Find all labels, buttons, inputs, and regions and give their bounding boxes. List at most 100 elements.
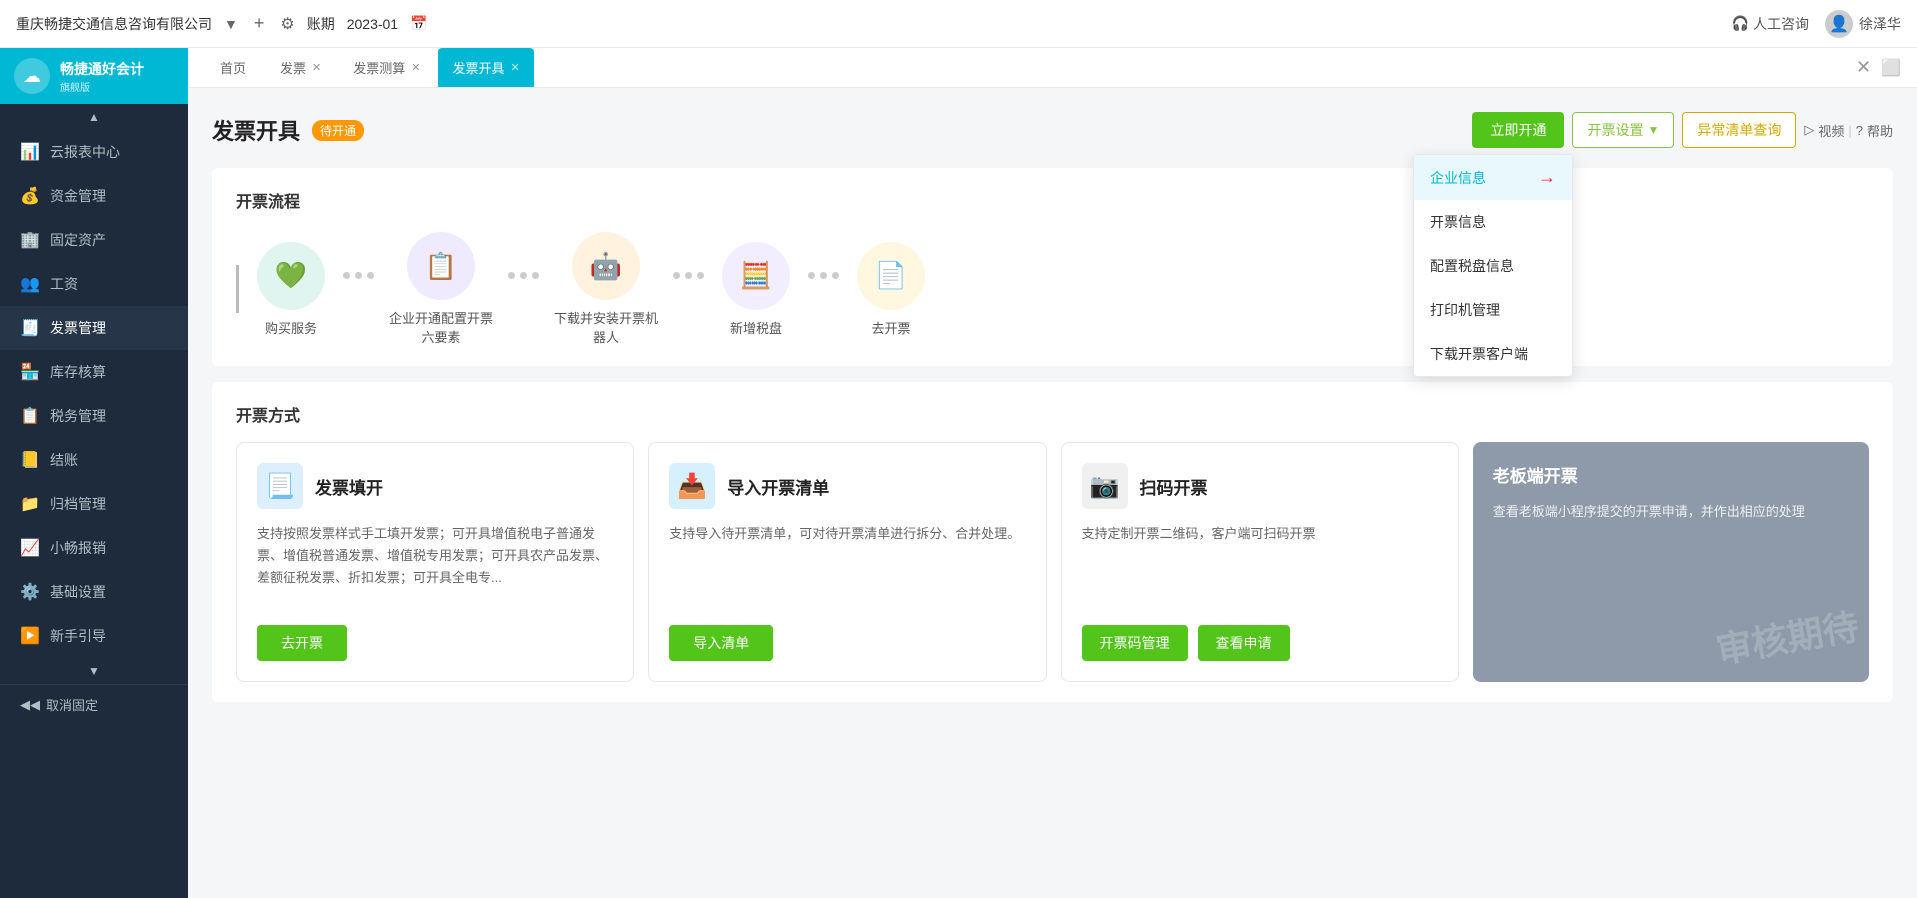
flow-step-1: 💚 购买服务 <box>251 242 331 337</box>
sidebar-item-settle[interactable]: 📒 结账 <box>0 438 188 482</box>
tab-active-close-icon[interactable]: ✕ <box>511 61 520 74</box>
sidebar-item-label: 资金管理 <box>50 186 106 206</box>
support-btn[interactable]: 🎧 人工咨询 <box>1732 14 1809 34</box>
sidebar-item-tax[interactable]: 📋 税务管理 <box>0 394 188 438</box>
dropdown-item-printer[interactable]: 打印机管理 <box>1414 288 1572 332</box>
settings-dropdown-menu: 企业信息 → 开票信息 配置税盘信息 打印机管理 <box>1413 154 1573 377</box>
import-method-icon: 📥 <box>669 463 715 509</box>
pin-icon: ◀◀ <box>20 697 40 713</box>
logo-title: 畅捷通好会计 <box>60 59 144 79</box>
methods-section: 开票方式 📃 发票填开 支持按照发票样式手工填开发票；可开具增值税电子普通发票、… <box>212 382 1893 702</box>
assets-icon: 🏢 <box>20 230 40 250</box>
sidebar-item-label: 固定资产 <box>50 230 106 250</box>
settings-icon[interactable]: ⚙ <box>280 14 294 34</box>
sidebar-item-settings[interactable]: ⚙️ 基础设置 <box>0 570 188 614</box>
cancel-pin-btn[interactable]: ◀◀ 取消固定 <box>0 684 188 724</box>
tab-invoice-issue[interactable]: 发票开具 ✕ <box>438 48 533 87</box>
sidebar-item-invoice[interactable]: 🧾 发票管理 <box>0 306 188 350</box>
sidebar-item-assets[interactable]: 🏢 固定资产 <box>0 218 188 262</box>
fill-method-desc: 支持按照发票样式手工填开发票；可开具增值税电子普通发票、增值税普通发票、增值税专… <box>257 523 613 609</box>
flow-step-2: 📋 企业开通配置开票六要素 <box>386 232 496 346</box>
activate-btn[interactable]: 立即开通 <box>1472 112 1564 148</box>
sidebar-item-label: 基础设置 <box>50 582 106 602</box>
add-icon[interactable]: + <box>250 13 269 34</box>
method-card-boss: 老板端开票 查看老板端小程序提交的开票申请，并作出相应的处理 审核期待 <box>1473 442 1869 682</box>
sidebar-item-expense[interactable]: 📈 小畅报销 <box>0 526 188 570</box>
fill-go-btn[interactable]: 去开票 <box>257 625 347 661</box>
scroll-up-btn[interactable]: ▲ <box>0 104 188 130</box>
abnormal-btn[interactable]: 异常清单查询 <box>1682 112 1796 148</box>
sidebar-item-guide[interactable]: ▶️ 新手引导 <box>0 614 188 658</box>
salary-icon: 👥 <box>20 274 40 294</box>
play-icon: ▷ <box>1804 122 1814 138</box>
page-title: 发票开具 <box>212 114 300 146</box>
sidebar-item-archive[interactable]: 📁 归档管理 <box>0 482 188 526</box>
period-label: 账期 <box>307 14 335 34</box>
status-badge: 待开通 <box>312 120 364 141</box>
funds-icon: 💰 <box>20 186 40 206</box>
sidebar-item-label: 发票管理 <box>50 318 106 338</box>
tab-maximize-btn[interactable]: ⬜ <box>1881 58 1901 78</box>
sidebar-item-label: 工资 <box>50 274 78 294</box>
tab-close-icon[interactable]: ✕ <box>411 61 420 74</box>
scroll-down-btn[interactable]: ▼ <box>0 658 188 684</box>
scan-method-desc: 支持定制开票二维码，客户端可扫码开票 <box>1082 523 1438 609</box>
company-name: 重庆畅捷交通信息咨询有限公司 <box>16 14 212 34</box>
period-value: 2023-01 <box>347 16 398 32</box>
settings-dropdown-btn[interactable]: 开票设置 ▼ <box>1572 112 1674 148</box>
sidebar-item-cloud-reports[interactable]: 📊 云报表中心 <box>0 130 188 174</box>
fill-method-icon: 📃 <box>257 463 303 509</box>
qrcode-mgr-btn[interactable]: 开票码管理 <box>1082 625 1188 661</box>
logo-sub: 旗舰版 <box>60 79 144 94</box>
dropdown-arrow-icon: ▼ <box>1647 123 1659 137</box>
dropdown-item-tax-config[interactable]: 配置税盘信息 <box>1414 244 1572 288</box>
import-btn[interactable]: 导入清单 <box>669 625 773 661</box>
scan-method-title: 扫码开票 <box>1140 474 1208 499</box>
flow-section-title: 开票流程 <box>236 188 1869 212</box>
tax-icon: 📋 <box>20 406 40 426</box>
sidebar-item-label: 小畅报销 <box>50 538 106 558</box>
sidebar: ☁ 畅捷通好会计 旗舰版 ▲ 📊 云报表中心 💰 资金管理 🏢 固定资产 <box>0 48 188 898</box>
sidebar-item-label: 归档管理 <box>50 494 106 514</box>
fill-method-title: 发票填开 <box>315 474 383 499</box>
tab-invoice-calc[interactable]: 发票测算 ✕ <box>339 48 434 87</box>
view-apply-btn[interactable]: 查看申请 <box>1198 625 1290 661</box>
dropdown-item-download[interactable]: 下载开票客户端 <box>1414 332 1572 376</box>
method-card-fill: 📃 发票填开 支持按照发票样式手工填开发票；可开具增值税电子普通发票、增值税普通… <box>236 442 634 682</box>
flow-step-4: 🧮 新增税盘 <box>716 242 796 337</box>
settings-sidebar-icon: ⚙️ <box>20 582 40 602</box>
sidebar-item-funds[interactable]: 💰 资金管理 <box>0 174 188 218</box>
help-icon: ? <box>1856 123 1863 138</box>
tab-bar: 首页 发票 ✕ 发票测算 ✕ 发票开具 ✕ ✕ ⬜ <box>188 48 1917 88</box>
sidebar-item-inventory[interactable]: 🏪 库存核算 <box>0 350 188 394</box>
flow-section: 开票流程 💚 购买服务 <box>212 168 1893 366</box>
calendar-icon[interactable]: 📅 <box>410 15 427 32</box>
tab-invoice[interactable]: 发票 ✕ <box>266 48 335 87</box>
inventory-icon: 🏪 <box>20 362 40 382</box>
scan-method-icon: 📷 <box>1082 463 1128 509</box>
flow-step-3: 🤖 下载并安装开票机器人 <box>551 232 661 346</box>
video-help-btn[interactable]: ▷ 视频 | ? 帮助 <box>1804 121 1893 140</box>
tab-home[interactable]: 首页 <box>204 48 262 87</box>
import-method-desc: 支持导入待开票清单，可对待开票清单进行拆分、合并处理。 <box>669 523 1025 609</box>
company-dropdown-icon[interactable]: ▼ <box>224 16 238 32</box>
dropdown-item-company[interactable]: 企业信息 → <box>1414 155 1572 200</box>
red-arrow-icon: → <box>1538 167 1556 188</box>
avatar-icon: 👤 <box>1825 10 1853 38</box>
sidebar-item-salary[interactable]: 👥 工资 <box>0 262 188 306</box>
tab-close-window-btn[interactable]: ✕ <box>1856 57 1871 78</box>
dropdown-item-invoice-info[interactable]: 开票信息 <box>1414 200 1572 244</box>
sidebar-item-label: 税务管理 <box>50 406 106 426</box>
sidebar-item-label: 云报表中心 <box>50 142 120 162</box>
sidebar-item-label: 结账 <box>50 450 78 470</box>
sidebar-logo: ☁ 畅捷通好会计 旗舰版 <box>0 48 188 104</box>
method-card-import: 📥 导入开票清单 支持导入待开票清单，可对待开票清单进行拆分、合并处理。 导入清… <box>648 442 1046 682</box>
tab-close-icon[interactable]: ✕ <box>312 61 321 74</box>
import-method-title: 导入开票清单 <box>727 474 829 499</box>
invoice-icon: 🧾 <box>20 318 40 338</box>
settle-icon: 📒 <box>20 450 40 470</box>
archive-icon: 📁 <box>20 494 40 514</box>
sidebar-item-label: 新手引导 <box>50 626 106 646</box>
user-btn[interactable]: 👤 徐泽华 <box>1825 10 1901 38</box>
sidebar-item-label: 库存核算 <box>50 362 106 382</box>
